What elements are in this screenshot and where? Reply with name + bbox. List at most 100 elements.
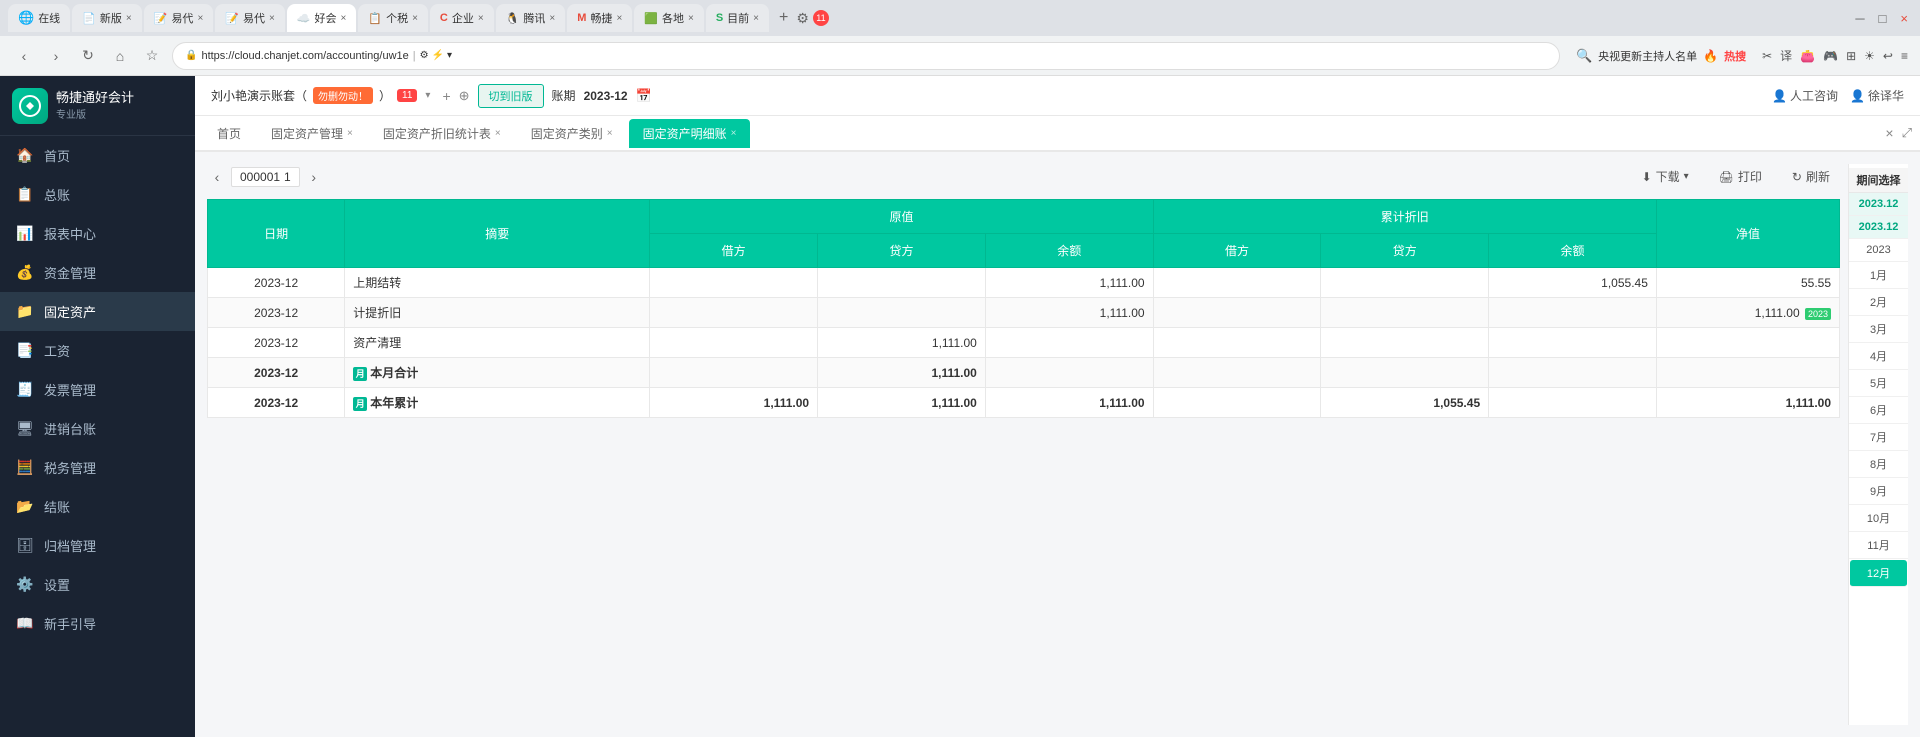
maximize-button[interactable]: □ (1875, 11, 1891, 26)
tab-depreciation-stats[interactable]: 固定资产折旧统计表 × (369, 119, 515, 148)
period-month-1[interactable]: 1月 (1849, 262, 1908, 289)
tab-close-icon[interactable]: × (269, 13, 275, 24)
col-orig-debit: 借方 (650, 234, 818, 268)
sidebar-item-reports[interactable]: 📊 报表中心 (0, 214, 195, 253)
forward-button[interactable]: › (44, 44, 68, 68)
gamepad-icon[interactable]: 🎮 (1823, 49, 1838, 63)
browser-tab-geshui[interactable]: 📋 个税 × (358, 4, 428, 32)
period-month-5[interactable]: 5月 (1849, 370, 1908, 397)
tab-asset-detail-ledger[interactable]: 固定资产明细账 × (629, 119, 751, 148)
download-button[interactable]: ⬇ 下载 ▾ (1632, 164, 1699, 189)
tab-close-icon[interactable]: × (341, 13, 347, 24)
tab-home[interactable]: 首页 (203, 119, 255, 148)
calendar-icon[interactable]: 📅 (636, 88, 652, 104)
tab-close-icon[interactable]: × (347, 128, 353, 139)
period-month-8[interactable]: 8月 (1849, 451, 1908, 478)
period-month-12[interactable]: 12月 (1850, 560, 1907, 587)
tab-fixed-asset-management[interactable]: 固定资产管理 × (257, 119, 367, 148)
period-month-6[interactable]: 6月 (1849, 397, 1908, 424)
browser-tab-yidai1[interactable]: 📝 易代 × (144, 4, 214, 32)
menu-icon[interactable]: ≡ (1901, 49, 1908, 63)
sidebar-item-tax[interactable]: 🧮 税务管理 (0, 448, 195, 487)
sidebar-item-guide[interactable]: 📖 新手引导 (0, 604, 195, 643)
tab-close-icon[interactable]: × (197, 13, 203, 24)
sidebar-item-settings[interactable]: ⚙️ 设置 (0, 565, 195, 604)
tab-settings-icon[interactable]: ⚙ (796, 10, 809, 27)
period-month-4[interactable]: 4月 (1849, 343, 1908, 370)
tab-asset-category[interactable]: 固定资产类别 × (517, 119, 627, 148)
browser-tab-yidai2[interactable]: 📝 易代 × (215, 4, 285, 32)
tab-close-icon[interactable]: × (688, 13, 694, 24)
expand-icon[interactable]: ⤢ (1902, 125, 1912, 141)
brightness-icon[interactable]: ☀ (1864, 49, 1875, 63)
new-tab-button[interactable]: + (775, 9, 792, 27)
period-year[interactable]: 2023 (1849, 239, 1908, 262)
cell-acc-balance (1489, 358, 1657, 388)
period-month-2[interactable]: 2月 (1849, 289, 1908, 316)
user-avatar[interactable]: 👤 徐译华 (1850, 87, 1904, 104)
sidebar-item-fixed-assets[interactable]: 📁 固定资产 (0, 292, 195, 331)
scissors-icon[interactable]: ✂ (1762, 49, 1772, 63)
browser-tab-online[interactable]: 🌐 在线 (8, 4, 70, 32)
back-button[interactable]: ‹ (12, 44, 36, 68)
browser-tab-muqian[interactable]: S 目前 × (706, 4, 769, 32)
close-button[interactable]: × (1896, 11, 1912, 26)
tab-close-icon[interactable]: × (731, 128, 737, 139)
dropdown-icon[interactable]: ▾ (447, 50, 452, 61)
sidebar-item-funds[interactable]: 💰 资金管理 (0, 253, 195, 292)
sidebar-item-general-ledger[interactable]: 📋 总账 (0, 175, 195, 214)
tab-close-icon[interactable]: × (616, 13, 622, 24)
search-label: 央视更新主持人名单 (1598, 48, 1697, 64)
customer-service[interactable]: 👤 人工咨询 (1772, 87, 1838, 104)
sidebar: 畅捷通好会计 专业版 🏠 首页 📋 总账 📊 报表中心 💰 资金管理 📁 固定资… (0, 76, 195, 737)
browser-tab-tencent[interactable]: 🐧 腾讯 × (496, 4, 566, 32)
browser-tab-qiye[interactable]: C 企业 × (430, 4, 494, 32)
browser-tab-gedi[interactable]: 🟩 各地 × (634, 4, 704, 32)
prev-account-button[interactable]: ‹ (207, 167, 227, 187)
minimize-button[interactable]: ─ (1851, 11, 1868, 26)
period-month-10[interactable]: 10月 (1849, 505, 1908, 532)
dropdown-icon[interactable]: ▾ (1684, 171, 1689, 182)
print-button[interactable]: 🖨 打印 (1709, 164, 1772, 189)
period-year-2023-first[interactable]: 2023.12 (1849, 193, 1908, 216)
tab-close-icon[interactable]: × (549, 13, 555, 24)
switch-version-button[interactable]: 切到旧版 (478, 84, 544, 108)
next-account-button[interactable]: › (304, 167, 324, 187)
undo-icon[interactable]: ↩ (1883, 49, 1893, 63)
period-month-7[interactable]: 7月 (1849, 424, 1908, 451)
sidebar-item-closing[interactable]: 📂 结账 (0, 487, 195, 526)
cell-date: 2023-12 (208, 328, 345, 358)
period-year-2023-second[interactable]: 2023.12 (1849, 216, 1908, 239)
sidebar-item-inventory[interactable]: 🖥 进销台账 (0, 409, 195, 448)
reload-button[interactable]: ↻ (76, 44, 100, 68)
grid-icon[interactable]: ⊞ (1846, 49, 1856, 63)
tab-close-icon[interactable]: × (607, 128, 613, 139)
sidebar-item-home[interactable]: 🏠 首页 (0, 136, 195, 175)
tab-close-icon[interactable]: × (412, 13, 418, 24)
period-month-3[interactable]: 3月 (1849, 316, 1908, 343)
period-month-9[interactable]: 9月 (1849, 478, 1908, 505)
browser-tab-changjie[interactable]: M 畅捷 × (567, 4, 632, 32)
dropdown-icon[interactable]: ▾ (425, 90, 430, 101)
settings-icon[interactable]: ⊕ (459, 88, 470, 104)
refresh-button[interactable]: ↻ 刷新 (1782, 164, 1840, 189)
translate-icon[interactable]: 译 (1780, 47, 1792, 64)
cell-orig-balance: 1,111.00 (985, 298, 1153, 328)
close-panel-icon[interactable]: × (1885, 125, 1893, 141)
home-button[interactable]: ⌂ (108, 44, 132, 68)
tab-close-icon[interactable]: × (478, 13, 484, 24)
url-bar[interactable]: 🔒 https://cloud.chanjet.com/accounting/u… (172, 42, 1560, 70)
sidebar-item-invoice[interactable]: 🧾 发票管理 (0, 370, 195, 409)
wallet-icon[interactable]: 👛 (1800, 49, 1815, 63)
tab-close-icon[interactable]: × (495, 128, 501, 139)
sidebar-item-salary[interactable]: 📑 工资 (0, 331, 195, 370)
tab-close-icon[interactable]: × (753, 13, 759, 24)
tab-close-icon[interactable]: × (126, 13, 132, 24)
sidebar-item-archive[interactable]: 🗄 归档管理 (0, 526, 195, 565)
add-icon[interactable]: + (442, 88, 450, 104)
bookmark-button[interactable]: ☆ (140, 44, 164, 68)
period-month-11[interactable]: 11月 (1849, 532, 1908, 559)
browser-tab-new[interactable]: 📄 新版 × (72, 4, 142, 32)
cell-acc-credit (1321, 268, 1489, 298)
browser-tab-haohui[interactable]: ☁️ 好会 × (287, 4, 357, 32)
